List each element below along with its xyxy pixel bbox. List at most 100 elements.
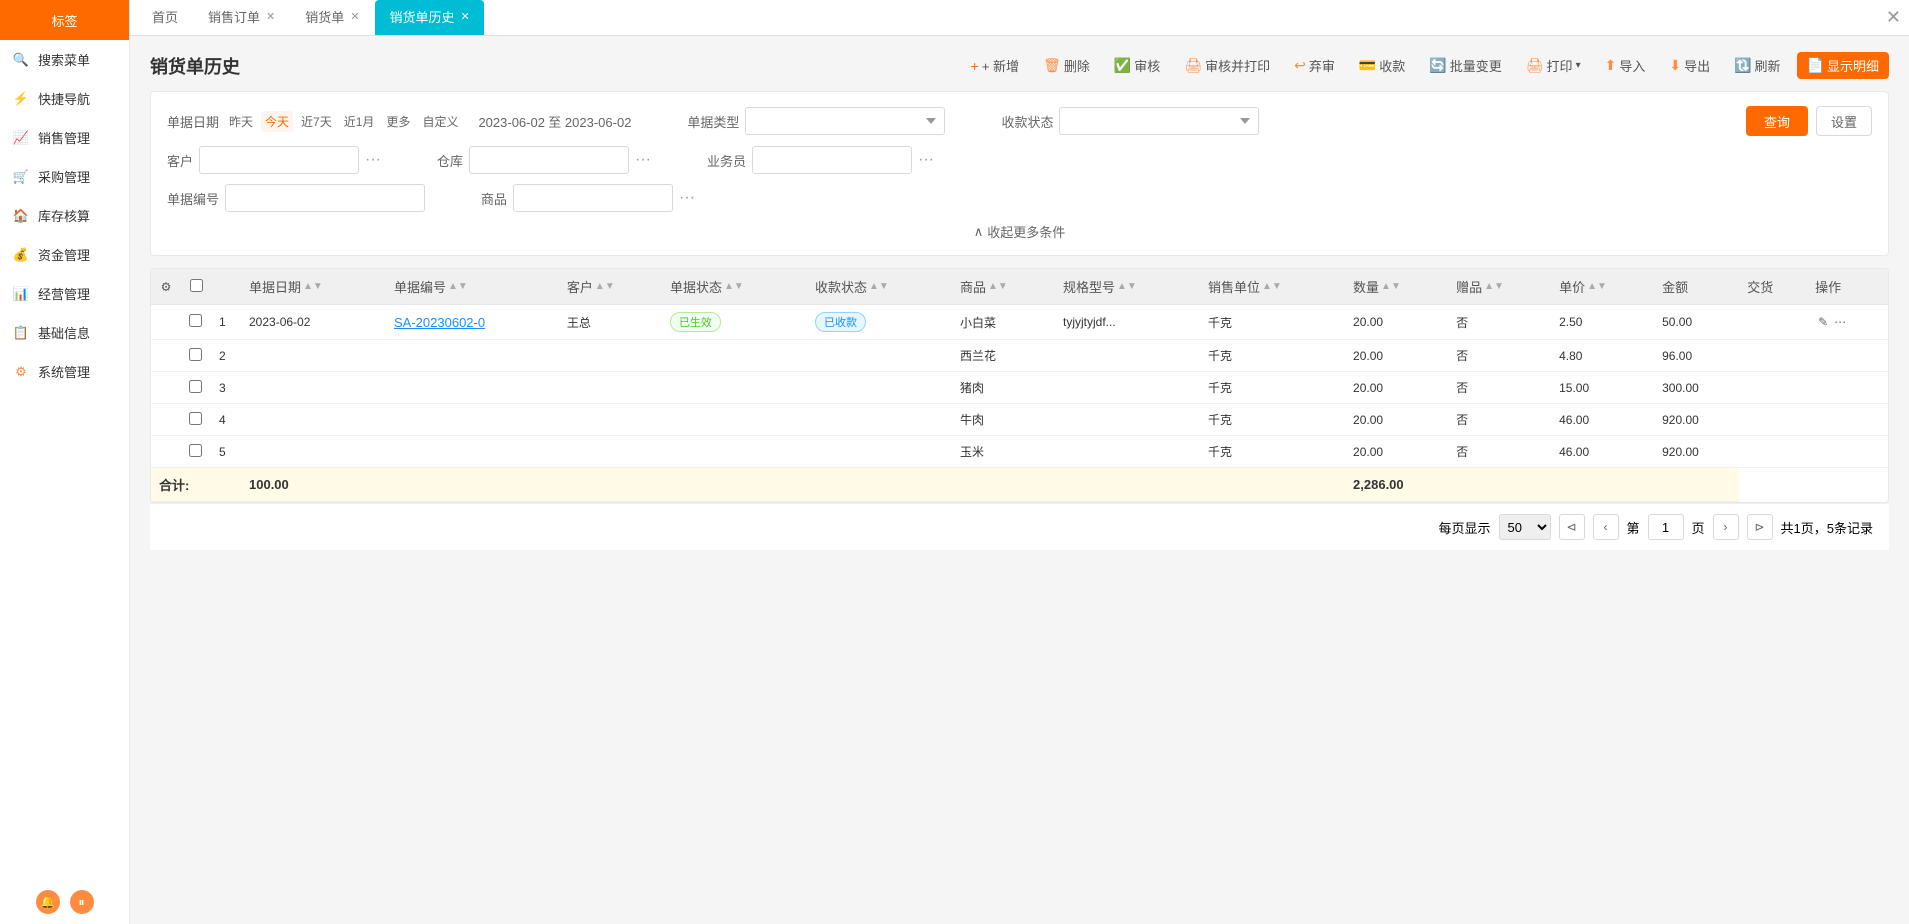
- row-gear: [151, 372, 181, 404]
- customer-dots[interactable]: ···: [365, 152, 381, 168]
- close-all-tabs[interactable]: ✕: [1886, 7, 1901, 28]
- sidebar-item-quick-nav[interactable]: ⚡ 快捷导航: [0, 79, 129, 118]
- warehouse-dots[interactable]: ···: [635, 152, 651, 168]
- tab-sales-goods[interactable]: 销货单 ✕: [291, 0, 373, 35]
- row-checkbox: [181, 436, 211, 468]
- warehouse-input[interactable]: [469, 146, 629, 174]
- first-page-button[interactable]: ⊲: [1559, 514, 1585, 540]
- row-select-checkbox[interactable]: [189, 444, 202, 457]
- customer-input[interactable]: [199, 146, 359, 174]
- tab-sales-order[interactable]: 销售订单 ✕: [194, 0, 289, 35]
- select-all-checkbox[interactable]: [190, 279, 203, 292]
- edit-op-btn[interactable]: ✎: [1815, 315, 1831, 329]
- th-doc-status[interactable]: 单据状态 ▲▼: [662, 269, 807, 305]
- date-shortcut-yesterday[interactable]: 昨天: [225, 111, 257, 132]
- date-shortcut-1month[interactable]: 近1月: [340, 111, 379, 132]
- tab-sales-history-close[interactable]: ✕: [461, 10, 470, 23]
- sidebar-bottom-btn1[interactable]: 🔔: [36, 890, 60, 914]
- row-doc-date: [241, 436, 386, 468]
- doc-type-select[interactable]: [745, 107, 945, 135]
- date-shortcut-custom[interactable]: 自定义: [418, 111, 462, 132]
- pagination: 每页显示 50 100 200 ⊲ ‹ 第 页 › ⊳ 共1页，5条记录: [150, 503, 1889, 550]
- collect-button[interactable]: 💳 收款: [1351, 52, 1413, 79]
- prev-page-button[interactable]: ‹: [1593, 514, 1619, 540]
- th-goods[interactable]: 商品 ▲▼: [952, 269, 1055, 305]
- import-button[interactable]: ⬆ 导入: [1597, 52, 1654, 79]
- tab-sales-goods-close[interactable]: ✕: [350, 10, 359, 23]
- date-shortcut-more[interactable]: 更多: [382, 111, 414, 132]
- last-page-button[interactable]: ⊳: [1747, 514, 1773, 540]
- row-select-checkbox[interactable]: [189, 412, 202, 425]
- date-shortcut-today[interactable]: 今天: [261, 111, 293, 132]
- collect-status-select[interactable]: [1059, 107, 1259, 135]
- page-number-input[interactable]: [1648, 514, 1684, 540]
- summary-row: 合计: 100.00 2,286.00: [151, 468, 1888, 502]
- summary-empty: [1551, 468, 1739, 502]
- row-doc-no: [386, 404, 559, 436]
- tab-sales-history[interactable]: 销货单历史 ✕: [375, 0, 483, 35]
- th-doc-no[interactable]: 单据编号 ▲▼: [386, 269, 559, 305]
- row-collect-status: [807, 372, 952, 404]
- doc-no-link[interactable]: SA-20230602-0: [394, 315, 485, 330]
- business-filter: 业务员 ···: [707, 146, 934, 174]
- settings-icon: ⚙: [12, 363, 30, 381]
- per-page-select[interactable]: 50 100 200: [1499, 514, 1551, 540]
- row-select-checkbox[interactable]: [189, 348, 202, 361]
- row-sales-unit: 千克: [1200, 436, 1345, 468]
- th-sales-unit[interactable]: 销售单位 ▲▼: [1200, 269, 1345, 305]
- delete-button[interactable]: 🗑 删除: [1035, 52, 1098, 79]
- more-op-btn[interactable]: ⋯: [1831, 315, 1849, 329]
- th-doc-date[interactable]: 单据日期 ▲▼: [241, 269, 386, 305]
- row-gear: [151, 436, 181, 468]
- business-dots[interactable]: ···: [918, 152, 934, 168]
- new-button[interactable]: + + 新增: [963, 52, 1027, 79]
- refresh-button[interactable]: 🔃 刷新: [1726, 52, 1788, 79]
- sidebar-item-system-mgmt[interactable]: ⚙ 系统管理: [0, 352, 129, 391]
- goods-dots[interactable]: ···: [679, 190, 695, 206]
- row-qty: 20.00: [1345, 340, 1448, 372]
- row-doc-date: 2023-06-02: [241, 305, 386, 340]
- business-input[interactable]: [752, 146, 912, 174]
- query-button[interactable]: 查询: [1746, 106, 1808, 136]
- row-select-checkbox[interactable]: [189, 380, 202, 393]
- table-row: 5 玉米 千克 20.00 否 46.00 920.00: [151, 436, 1888, 468]
- sidebar-bottom-btn2[interactable]: ⏸: [70, 890, 94, 914]
- sidebar-item-operation-mgmt[interactable]: 📊 经营管理: [0, 274, 129, 313]
- audit-button[interactable]: ✅ 审核: [1106, 52, 1168, 79]
- sidebar-item-label: 系统管理: [38, 362, 90, 381]
- audit-print-button[interactable]: 🖨 审核并打印: [1176, 52, 1278, 79]
- export-button[interactable]: ⬇ 导出: [1661, 52, 1718, 79]
- th-unit-price[interactable]: 单价 ▲▼: [1551, 269, 1654, 305]
- date-shortcut-7days[interactable]: 近7天: [297, 111, 336, 132]
- docno-input[interactable]: [225, 184, 425, 212]
- row-amount: 920.00: [1654, 404, 1739, 436]
- th-collect-status[interactable]: 收款状态 ▲▼: [807, 269, 952, 305]
- setting-button[interactable]: 设置: [1816, 106, 1872, 136]
- th-spec[interactable]: 规格型号 ▲▼: [1055, 269, 1200, 305]
- abandon-button[interactable]: ↩ 弃审: [1286, 52, 1343, 79]
- sidebar-item-basic-info[interactable]: 📋 基础信息: [0, 313, 129, 352]
- sidebar-item-search-menu[interactable]: 🔍 搜索菜单: [0, 40, 129, 79]
- goods-input[interactable]: [513, 184, 673, 212]
- sidebar-item-sales-mgmt[interactable]: 📈 销售管理: [0, 118, 129, 157]
- sidebar-item-finance-mgmt[interactable]: 💰 资金管理: [0, 235, 129, 274]
- display-detail-button[interactable]: 📄 显示明细: [1797, 52, 1889, 79]
- collapse-button[interactable]: ∧ 收起更多条件: [167, 222, 1872, 241]
- print-button[interactable]: 🖨 打印 ▾: [1518, 52, 1589, 79]
- sidebar-item-inventory[interactable]: 🏠 库存核算: [0, 196, 129, 235]
- row-select-checkbox[interactable]: [189, 314, 202, 327]
- collect-icon: 💳: [1359, 57, 1376, 74]
- batch-change-button[interactable]: 🔄 批量变更: [1421, 52, 1509, 79]
- th-customer[interactable]: 客户 ▲▼: [559, 269, 662, 305]
- sidebar-item-purchase-mgmt[interactable]: 🛒 采购管理: [0, 157, 129, 196]
- row-doc-status: 已生效: [662, 305, 807, 340]
- print-icon: 🖨: [1526, 57, 1544, 74]
- th-qty[interactable]: 数量 ▲▼: [1345, 269, 1448, 305]
- print-dropdown-icon: ▾: [1576, 60, 1581, 71]
- tab-sales-order-close[interactable]: ✕: [266, 10, 275, 23]
- th-gear[interactable]: ⚙: [151, 269, 181, 305]
- tab-home[interactable]: 首页: [138, 0, 192, 35]
- row-doc-date: [241, 404, 386, 436]
- next-page-button[interactable]: ›: [1713, 514, 1739, 540]
- th-gift[interactable]: 赠品 ▲▼: [1448, 269, 1551, 305]
